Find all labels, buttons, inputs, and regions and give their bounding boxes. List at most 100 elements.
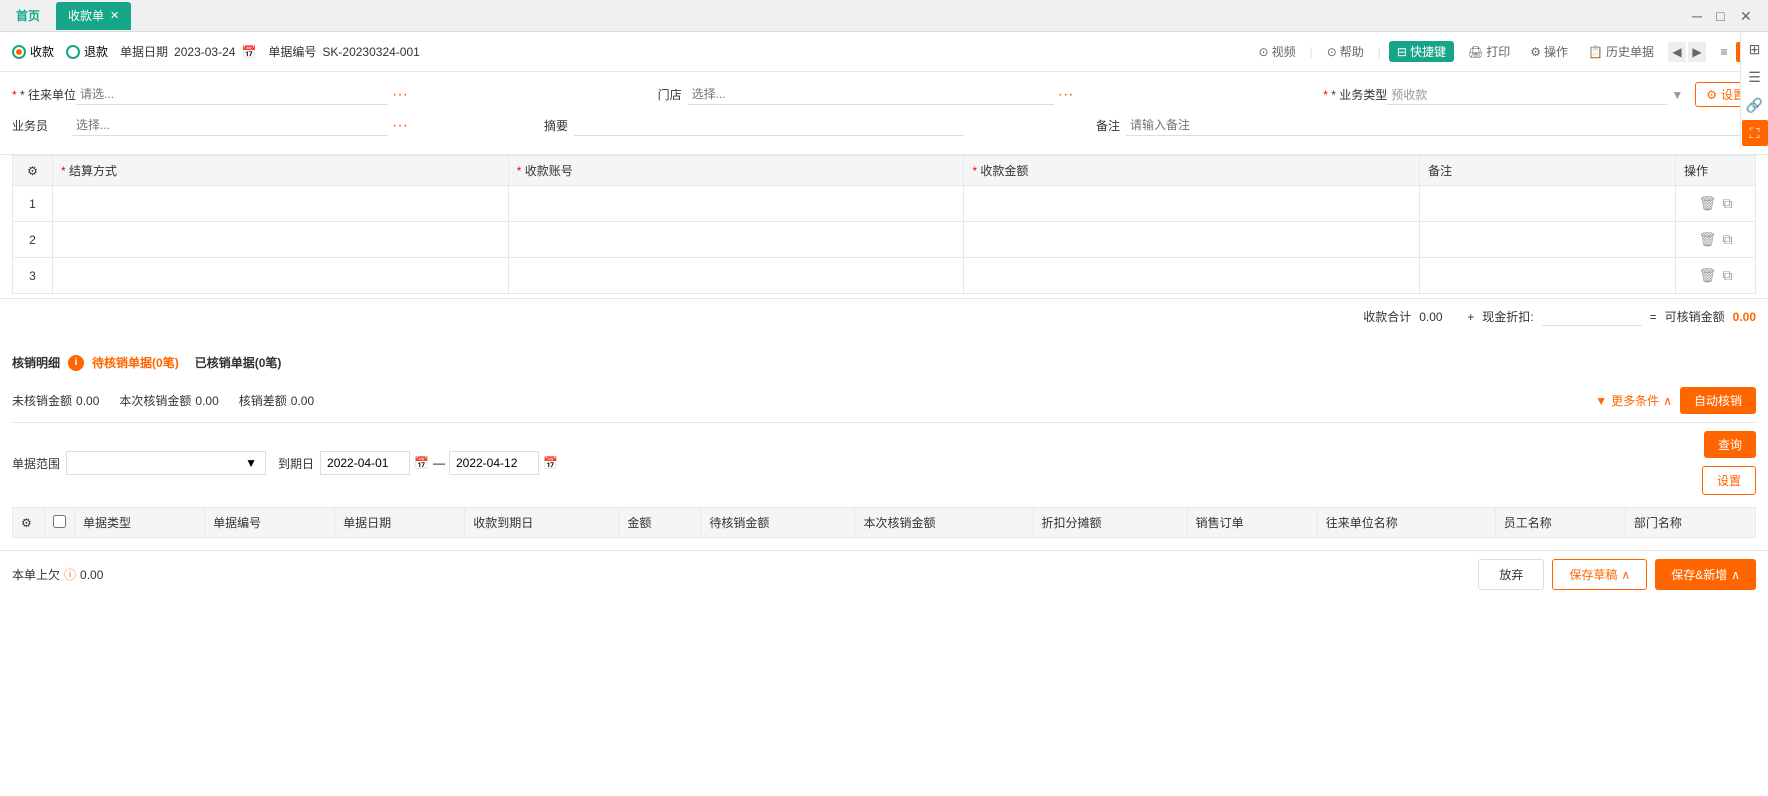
reconcile-col-discount: 折扣分摊额	[1033, 508, 1187, 538]
date-to-input[interactable]	[449, 451, 539, 475]
draft-btn[interactable]: 保存草稿 ∧	[1552, 559, 1647, 590]
row-3-payment[interactable]	[53, 258, 509, 294]
salesperson-more-btn[interactable]: ···	[388, 117, 412, 135]
salesperson-input[interactable]	[72, 115, 388, 136]
video-btn[interactable]: ⊙ 视频	[1253, 41, 1302, 62]
row-3-remark[interactable]	[1420, 258, 1676, 294]
minimize-btn[interactable]: ─	[1692, 8, 1708, 24]
doc-range-field: 单据范围 ▼	[12, 451, 266, 475]
history-label: 历史单据	[1606, 43, 1654, 60]
tab-close-icon[interactable]: ✕	[110, 9, 119, 22]
business-type-select[interactable]: ▼	[1387, 84, 1683, 105]
history-btn[interactable]: 📋 历史单据	[1582, 41, 1660, 62]
counterpart-input[interactable]	[76, 84, 388, 105]
reconcile-col-gear[interactable]: ⚙	[13, 508, 45, 538]
chevron-up-icon: ∧	[1663, 394, 1672, 408]
history-icon: 📋	[1588, 45, 1603, 59]
operation-btn[interactable]: ⚙ 操作	[1524, 41, 1574, 62]
form-area: * 往来单位 ··· 门店 ··· * 业务类型 ▼	[0, 72, 1768, 155]
total-value: 0.00	[1419, 310, 1459, 324]
row-2-account[interactable]	[508, 222, 964, 258]
sidebar-link-icon[interactable]: 🔗	[1742, 92, 1768, 118]
more-conditions-btn[interactable]: ▼ 更多条件 ∧	[1595, 392, 1672, 409]
cal-from-icon[interactable]: 📅	[414, 456, 429, 470]
receipt-radio[interactable]: 收款	[12, 43, 54, 60]
date-dash: —	[433, 456, 445, 470]
row-1-payment[interactable]	[53, 186, 509, 222]
sidebar-expand-icon[interactable]: ⛶	[1742, 120, 1768, 146]
reconcile-info-icon[interactable]: i	[68, 355, 84, 371]
salesperson-field: 业务员 ···	[12, 115, 412, 136]
memo-input[interactable]	[574, 115, 964, 136]
tab-receipt-label: 收款单	[68, 7, 104, 24]
print-btn[interactable]: 🖨 打印	[1462, 41, 1516, 62]
nav-prev-btn[interactable]: ◀	[1668, 42, 1686, 62]
row-1-amount[interactable]	[964, 186, 1420, 222]
range-select[interactable]: ▼	[66, 451, 266, 475]
date-from-input[interactable]	[320, 451, 410, 475]
diff-label: 核销差额	[239, 392, 287, 409]
row-3-delete-icon[interactable]: 🗑	[1699, 267, 1717, 284]
row-2-remark[interactable]	[1420, 222, 1676, 258]
remark-input[interactable]	[1126, 115, 1756, 136]
receipt-radio-dot	[12, 45, 26, 59]
query-btn[interactable]: 查询	[1704, 431, 1756, 458]
draft-arrow-icon: ∧	[1621, 568, 1630, 582]
refund-radio[interactable]: 退款	[66, 43, 108, 60]
uncancelled-stat: 未核销金额 0.00	[12, 392, 99, 409]
reconcile-col-checkbox[interactable]	[45, 508, 75, 538]
done-tab-link[interactable]: 已核销单据(0笔)	[195, 354, 282, 371]
row-2-amount[interactable]	[964, 222, 1420, 258]
cal-to-icon[interactable]: 📅	[543, 456, 558, 470]
filter-settings-btn[interactable]: 设置	[1702, 466, 1756, 495]
this-page-label: 本单上欠	[12, 566, 60, 583]
calendar-icon[interactable]: 📅	[241, 45, 256, 59]
tab-receipt[interactable]: 收款单 ✕	[56, 2, 131, 30]
row-3-copy-icon[interactable]: ⧉	[1722, 267, 1732, 284]
counterpart-more-btn[interactable]: ···	[388, 86, 412, 104]
shortcut-btn[interactable]: ⊟ 快捷键	[1389, 41, 1454, 62]
page-footer: 本单上欠 ⓘ 0.00 放弃 保存草稿 ∧ 保存&新增 ∧	[0, 550, 1768, 598]
print-label: 打印	[1486, 43, 1510, 60]
pending-tab-link[interactable]: 待核销单据(0笔)	[92, 354, 179, 371]
discount-input[interactable]	[1542, 307, 1642, 326]
due-date-field: 到期日 📅 — 📅	[278, 451, 558, 475]
reconcile-tabs: 待核销单据(0笔) 已核销单据(0笔)	[92, 354, 281, 371]
row-3-account[interactable]	[508, 258, 964, 294]
table-container: ⚙ 结算方式 收款账号 收款金额 备注 操作 1 �	[0, 155, 1768, 298]
row-2-copy-icon[interactable]: ⧉	[1722, 231, 1732, 248]
sidebar-table-icon[interactable]: ⊞	[1742, 36, 1768, 62]
row-1-delete-icon[interactable]: 🗑	[1699, 195, 1717, 212]
tab-home[interactable]: 首页	[4, 2, 52, 30]
close-btn[interactable]: ✕	[1740, 8, 1756, 24]
store-more-btn[interactable]: ···	[1054, 86, 1078, 104]
business-type-arrow[interactable]: ▼	[1671, 88, 1683, 102]
row-2-delete-icon[interactable]: 🗑	[1699, 231, 1717, 248]
save-new-label: 保存&新增	[1671, 566, 1727, 583]
abandon-label: 放弃	[1499, 568, 1523, 582]
row-1-account[interactable]	[508, 186, 964, 222]
row-2-payment[interactable]	[53, 222, 509, 258]
save-new-btn[interactable]: 保存&新增 ∧	[1655, 559, 1756, 590]
row-3-num: 3	[13, 258, 53, 294]
select-all-checkbox[interactable]	[53, 515, 66, 528]
auto-reconcile-btn[interactable]: 自动核销	[1680, 387, 1756, 414]
business-type-input[interactable]	[1387, 84, 1667, 105]
view-list-btn[interactable]: ≡	[1714, 42, 1734, 62]
footer-info-icon[interactable]: ⓘ	[64, 566, 76, 583]
reconcile-stats-row: 未核销金额 0.00 本次核销金额 0.00 核销差额 0.00 ▼ 更多条件 …	[12, 379, 1756, 422]
store-input[interactable]	[688, 84, 1054, 105]
reconcile-col-amount: 金额	[619, 508, 701, 538]
row-3-amount[interactable]	[964, 258, 1420, 294]
abandon-btn[interactable]: 放弃	[1478, 559, 1544, 590]
col-gear-header[interactable]: ⚙	[13, 156, 53, 186]
equals-sign: =	[1650, 310, 1657, 324]
help-btn[interactable]: ⊙ 帮助	[1321, 41, 1370, 62]
maximize-btn[interactable]: □	[1716, 8, 1732, 24]
row-1-remark[interactable]	[1420, 186, 1676, 222]
row-1-copy-icon[interactable]: ⧉	[1722, 195, 1732, 212]
sidebar-list-icon[interactable]: ☰	[1742, 64, 1768, 90]
nav-next-btn[interactable]: ▶	[1688, 42, 1706, 62]
receipt-radio-label: 收款	[30, 43, 54, 60]
done-count: 0笔	[259, 356, 278, 370]
